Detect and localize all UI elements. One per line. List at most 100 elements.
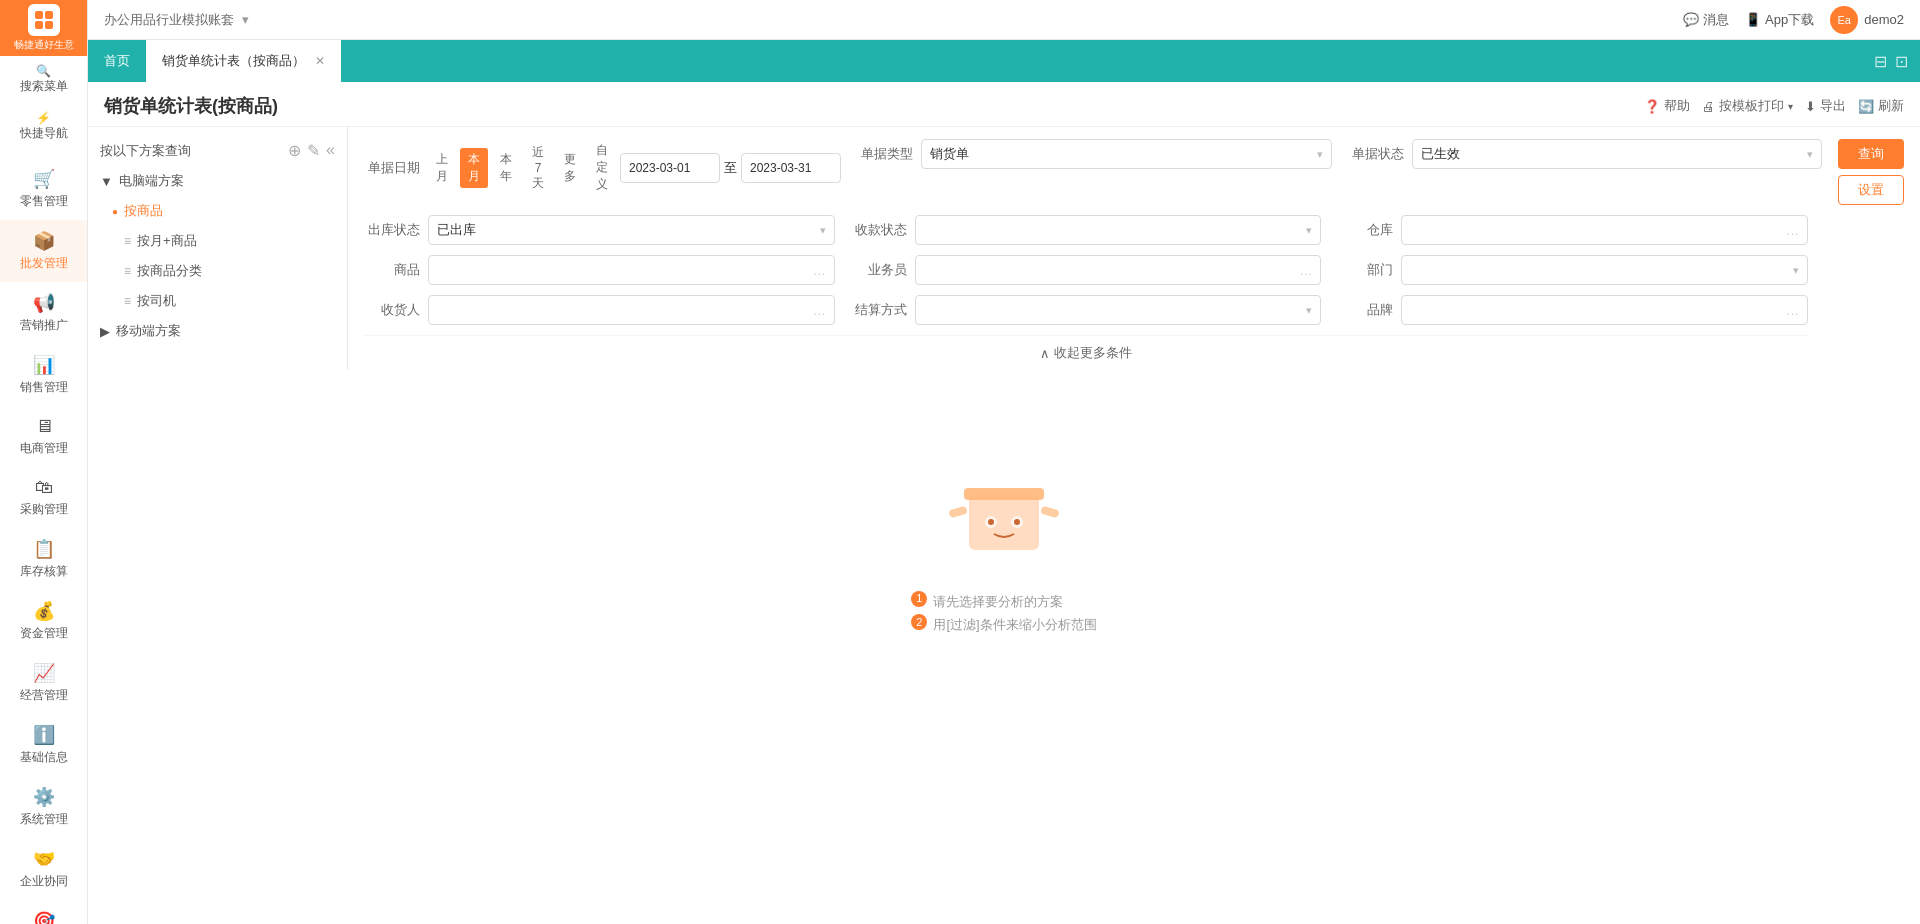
filter-sidebar-title: 按以下方案查询	[100, 142, 191, 160]
sidebar-item-purchase[interactable]: 🛍 采购管理	[0, 467, 88, 528]
salesman-input[interactable]: …	[915, 255, 1322, 285]
dept-input[interactable]: ▾	[1401, 255, 1808, 285]
filter-field-salesman: 业务员 …	[851, 255, 1322, 285]
tip-num-1: 1	[911, 591, 927, 607]
date-start-input[interactable]: 2023-03-01	[620, 153, 720, 183]
docstatus-input[interactable]: 已生效 ▾	[1412, 139, 1823, 169]
tab-sales-stats[interactable]: 销货单统计表（按商品） ✕	[146, 40, 341, 82]
date-more-btn[interactable]: 更多	[556, 148, 584, 188]
outstatus-arrow: ▾	[820, 224, 826, 237]
payment-label: 收款状态	[851, 221, 915, 239]
export-button[interactable]: ⬇ 导出	[1805, 97, 1846, 115]
date-7days-btn[interactable]: 近7天	[524, 141, 552, 195]
refresh-button[interactable]: 🔄 刷新	[1858, 97, 1904, 115]
tab-home[interactable]: 首页	[88, 40, 146, 82]
date-end-input[interactable]: 2023-03-31	[741, 153, 841, 183]
doctype-value: 销货单	[930, 145, 969, 163]
date-quick-group: 上月 本月 本年 近7天 更多 自定义 2023-03-01 至	[428, 139, 841, 196]
inventory-icon: 📋	[33, 538, 55, 560]
sidebar-item-ecommerce[interactable]: 🖥 电商管理	[0, 406, 88, 467]
operations-icon: 📈	[33, 662, 55, 684]
sidebar-item-retail[interactable]: 🛒 零售管理	[0, 158, 88, 220]
outstatus-input[interactable]: 已出库 ▾	[428, 215, 835, 245]
svg-rect-3	[45, 21, 53, 29]
tree-item-by-goods[interactable]: ● 按商品	[88, 196, 347, 226]
warehouse-label: 仓库	[1337, 221, 1401, 239]
tab-close-button[interactable]: ✕	[315, 54, 325, 68]
doctype-input[interactable]: 销货单 ▾	[921, 139, 1332, 169]
tree-desktop-section[interactable]: ▼ 电脑端方案	[88, 166, 347, 196]
tree-item-by-driver[interactable]: ≡ 按司机	[88, 286, 347, 316]
wholesale-icon: 📦	[33, 230, 55, 252]
empty-svg	[944, 450, 1064, 570]
tree-item-by-category[interactable]: ≡ 按商品分类	[88, 256, 347, 286]
filter-row-1: 单据日期 上月 本月 本年 近7天 更多 自定义 2023-03-01	[364, 139, 1904, 205]
payment-arrow: ▾	[1306, 224, 1312, 237]
filter-field-goods: 商品 …	[364, 255, 835, 285]
sidebar-item-sales[interactable]: 📊 销售管理	[0, 344, 88, 406]
query-button[interactable]: 查询	[1838, 139, 1904, 169]
collab-icon: 🤝	[33, 848, 55, 870]
docstatus-value: 已生效	[1421, 145, 1460, 163]
sidebar-item-marketing[interactable]: 📢 营销推广	[0, 282, 88, 344]
sub-item-label: 按司机	[137, 292, 176, 310]
goods-input[interactable]: …	[428, 255, 835, 285]
date-curr-month-btn[interactable]: 本月	[460, 148, 488, 188]
sidebar-item-finance[interactable]: 💰 资金管理	[0, 590, 88, 652]
marketing-icon: 📢	[33, 292, 55, 314]
app-download-label: App下载	[1765, 11, 1814, 29]
tip-text-2: 用[过滤]条件来缩小分析范围	[933, 613, 1096, 636]
user-name: demo2	[1864, 12, 1904, 27]
filter-field-date: 单据日期 上月 本月 本年 近7天 更多 自定义 2023-03-01	[364, 139, 841, 196]
page-title: 销货单统计表(按商品)	[104, 94, 1644, 118]
payment-input[interactable]: ▾	[915, 215, 1322, 245]
edit-scheme-button[interactable]: ✎	[307, 141, 320, 160]
list-icon-1: ≡	[124, 234, 131, 248]
message-button[interactable]: 💬 消息	[1683, 11, 1729, 29]
settings-button[interactable]: 设置	[1838, 175, 1904, 205]
sidebar: 畅捷通好生意 🔍 搜索菜单 ⚡ 快捷导航 🛒 零售管理 📦 批发管理 📢 营销推…	[0, 0, 88, 924]
recipient-input[interactable]: …	[428, 295, 835, 325]
print-button[interactable]: 🖨 按模板打印 ▾	[1702, 97, 1793, 115]
sidebar-item-operations[interactable]: 📈 经营管理	[0, 652, 88, 714]
sidebar-item-inventory[interactable]: 📋 库存核算	[0, 528, 88, 590]
date-custom-btn[interactable]: 自定义	[588, 139, 616, 196]
date-prev-month-btn[interactable]: 上月	[428, 148, 456, 188]
list-icon-2: ≡	[124, 264, 131, 278]
sidebar-item-basic[interactable]: ℹ️ 基础信息	[0, 714, 88, 776]
salesman-label: 业务员	[851, 261, 915, 279]
collapse-bar[interactable]: ∧ 收起更多条件	[364, 335, 1808, 370]
sidebar-item-quicknav[interactable]: ⚡ 快捷导航	[0, 103, 88, 150]
doctype-arrow: ▾	[1317, 148, 1323, 161]
tree-mobile-section[interactable]: ▶ 移动端方案	[88, 316, 347, 346]
salesman-dots: …	[1299, 263, 1312, 278]
collapse-sidebar-button[interactable]: «	[326, 141, 335, 160]
sidebar-item-search[interactable]: 🔍 搜索菜单	[0, 56, 88, 103]
sidebar-item-guide[interactable]: 🎯 新手引导	[0, 900, 88, 924]
sidebar-item-collab[interactable]: 🤝 企业协同	[0, 838, 88, 900]
topbar-arrow[interactable]: ▾	[242, 12, 249, 27]
sub-item-label: 按商品分类	[137, 262, 202, 280]
sidebar-item-system[interactable]: ⚙️ 系统管理	[0, 776, 88, 838]
topbar-right: 💬 消息 📱 App下载 Ea demo2	[1683, 6, 1904, 34]
tab-minimize-button[interactable]: ⊟	[1874, 52, 1887, 71]
app-download-button[interactable]: 📱 App下载	[1745, 11, 1814, 29]
sidebar-item-label: 批发管理	[20, 255, 68, 272]
dept-label: 部门	[1337, 261, 1401, 279]
sidebar-item-wholesale[interactable]: 📦 批发管理	[0, 220, 88, 282]
print-icon: 🖨	[1702, 99, 1715, 114]
brand-input[interactable]: …	[1401, 295, 1808, 325]
svg-rect-11	[1040, 506, 1059, 518]
topbar-title: 办公用品行业模拟账套	[104, 11, 234, 29]
warehouse-input[interactable]: …	[1401, 215, 1808, 245]
sidebar-item-label: 系统管理	[20, 811, 68, 828]
user-menu[interactable]: Ea demo2	[1830, 6, 1904, 34]
user-avatar-text: Ea	[1838, 14, 1851, 26]
help-button[interactable]: ❓ 帮助	[1644, 97, 1690, 115]
add-scheme-button[interactable]: ⊕	[288, 141, 301, 160]
settlement-input[interactable]: ▾	[915, 295, 1322, 325]
tab-maximize-button[interactable]: ⊡	[1895, 52, 1908, 71]
date-year-btn[interactable]: 本年	[492, 148, 520, 188]
tree-item-by-month-goods[interactable]: ≡ 按月+商品	[88, 226, 347, 256]
svg-rect-1	[45, 11, 53, 19]
